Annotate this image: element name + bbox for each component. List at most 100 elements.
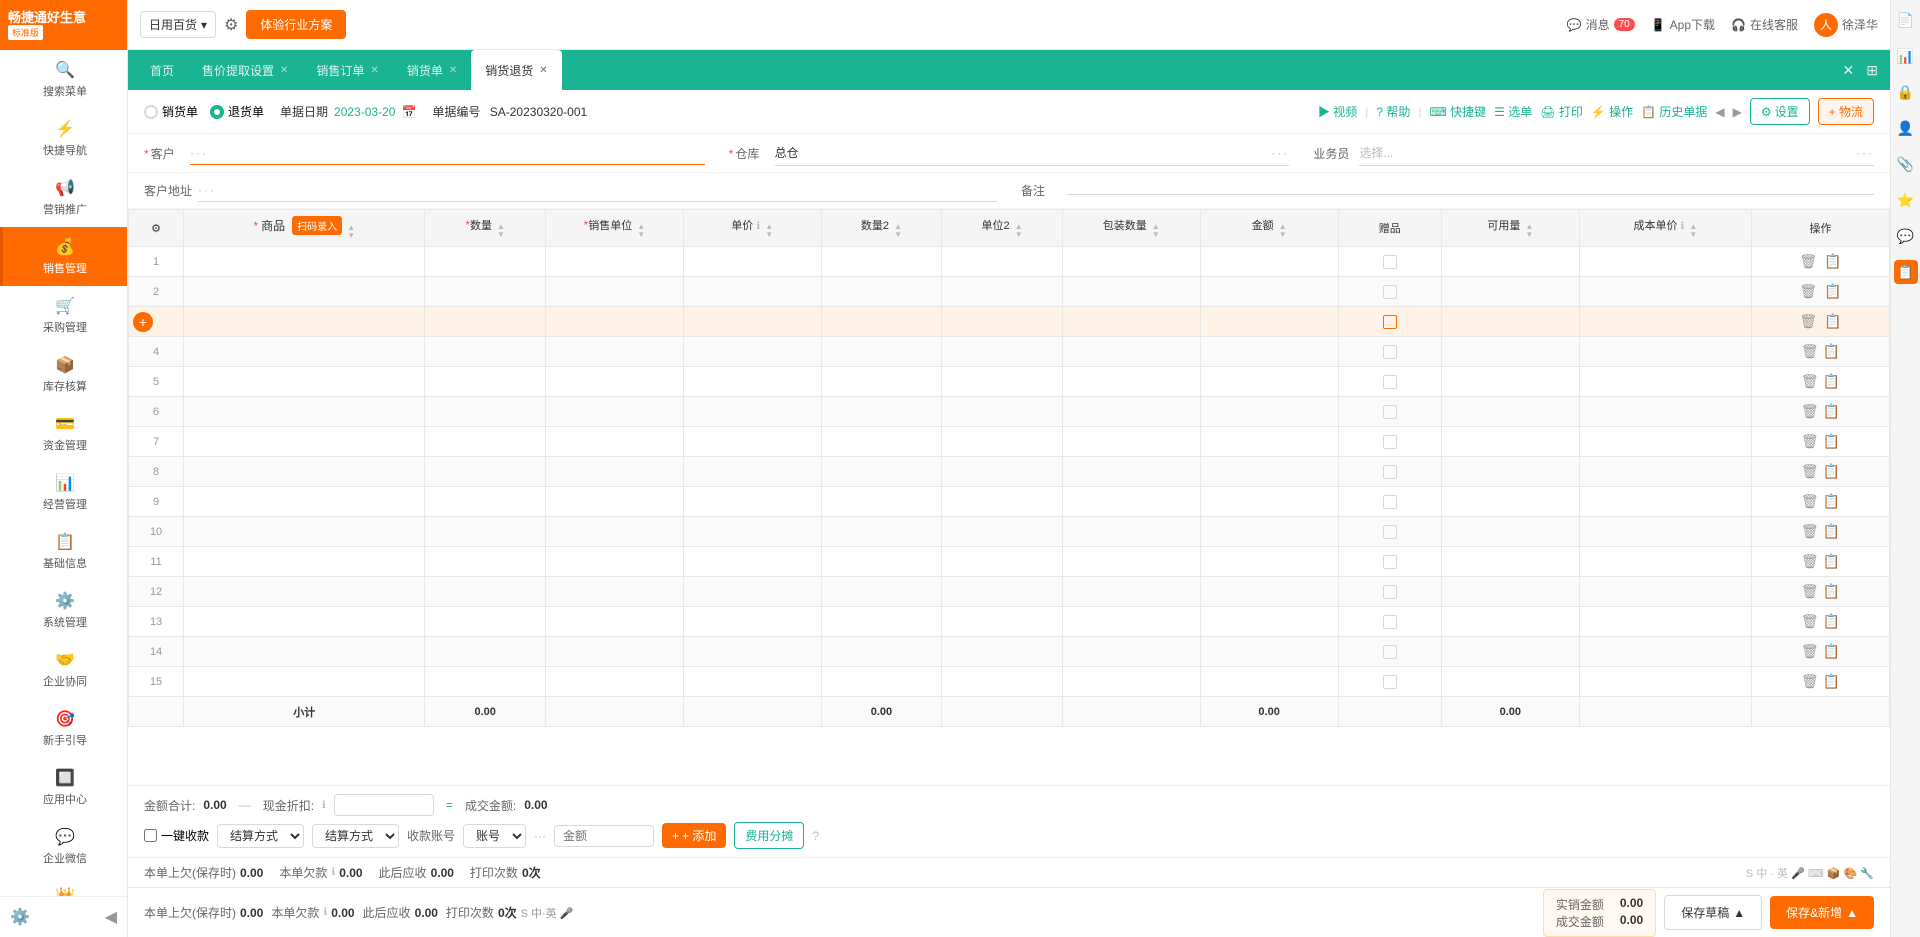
print-link[interactable]: 🖨 打印	[1540, 103, 1583, 120]
sidebar-item-finance[interactable]: 💳 资金管理	[0, 404, 127, 463]
add-payment-btn[interactable]: + + 添加	[662, 823, 726, 848]
delete-row-12-btn[interactable]: 🗑	[1799, 581, 1821, 602]
row-gift-2[interactable]	[1338, 277, 1441, 307]
row-qty-3[interactable]	[425, 307, 546, 337]
copy-row-9-btn[interactable]: 📋	[1821, 491, 1842, 512]
row-cost-2[interactable]	[1579, 277, 1751, 307]
copy-row-7-btn[interactable]: 📋	[1821, 431, 1842, 452]
one-click-payment-checkbox[interactable]: 一键收款	[144, 827, 209, 844]
add-row-btn[interactable]: +	[133, 312, 153, 332]
right-panel-chat-icon[interactable]: 💬	[1894, 224, 1918, 248]
row-avail-3[interactable]	[1441, 307, 1579, 337]
tab-layout-btn[interactable]: ⊞	[1862, 58, 1882, 83]
row-gift-3[interactable]	[1338, 307, 1441, 337]
gift-checkbox-1[interactable]	[1383, 255, 1397, 269]
delete-row-9-btn[interactable]: 🗑	[1799, 491, 1821, 512]
gift-checkbox-2[interactable]	[1383, 285, 1397, 299]
copy-row-10-btn[interactable]: 📋	[1821, 521, 1842, 542]
sidebar-item-inventory[interactable]: 📦 库存核算	[0, 345, 127, 404]
gift-checkbox-10[interactable]	[1383, 525, 1397, 539]
sidebar-item-quicknav[interactable]: ⚡ 快捷导航	[0, 109, 127, 168]
copy-row-14-btn[interactable]: 📋	[1821, 641, 1842, 662]
gift-checkbox-7[interactable]	[1383, 435, 1397, 449]
row-unit2-2[interactable]	[942, 277, 1063, 307]
row-unit2-1[interactable]	[942, 247, 1063, 277]
gift-checkbox-12[interactable]	[1383, 585, 1397, 599]
right-panel-data-icon[interactable]: 📊	[1894, 44, 1918, 68]
product-input-3[interactable]	[188, 315, 420, 329]
row-cost-3[interactable]	[1579, 307, 1751, 337]
payment-amount-input[interactable]	[554, 825, 654, 847]
right-panel-form-icon[interactable]: 📄	[1894, 8, 1918, 32]
delete-row-6-btn[interactable]: 🗑	[1799, 401, 1821, 422]
delete-row-10-btn[interactable]: 🗑	[1799, 521, 1821, 542]
row-qty2-1[interactable]	[821, 247, 942, 277]
experience-btn[interactable]: 体验行业方案	[246, 10, 346, 39]
row-qty2-3[interactable]	[821, 307, 942, 337]
sidebar-item-system[interactable]: ⚙️ 系统管理	[0, 581, 127, 640]
row-cost-1[interactable]	[1579, 247, 1751, 277]
copy-row-5-btn[interactable]: 📋	[1821, 371, 1842, 392]
delete-row-8-btn[interactable]: 🗑	[1799, 461, 1821, 482]
history-link[interactable]: 📋 历史单据	[1641, 103, 1707, 120]
radio-sales[interactable]: 销货单	[144, 103, 198, 120]
row-unit-1[interactable]	[545, 247, 683, 277]
settings-btn[interactable]: ⚙ 设置	[1750, 98, 1810, 125]
sidebar-item-guide[interactable]: 🎯 新手引导	[0, 699, 127, 758]
scan-input-btn[interactable]: 扫码录入	[292, 216, 342, 235]
gift-checkbox-13[interactable]	[1383, 615, 1397, 629]
row-price-2[interactable]	[683, 277, 821, 307]
row-qty-1[interactable]	[425, 247, 546, 277]
delete-row-5-btn[interactable]: 🗑	[1799, 371, 1821, 392]
row-unit-3[interactable]	[545, 307, 683, 337]
settlement-method-select[interactable]: 结算方式	[217, 824, 304, 848]
payment-checkbox-input[interactable]	[144, 829, 157, 842]
online-service-item[interactable]: 🎧 在线客服	[1731, 16, 1798, 33]
calendar-icon[interactable]: 📅	[401, 105, 416, 119]
row-amount-1[interactable]	[1200, 247, 1338, 277]
address-input[interactable]: ···	[198, 179, 997, 202]
delete-row-15-btn[interactable]: 🗑	[1799, 671, 1821, 692]
copy-row-4-btn[interactable]: 📋	[1821, 341, 1842, 362]
row-amount-3[interactable]	[1200, 307, 1338, 337]
row-unit2-3[interactable]	[942, 307, 1063, 337]
discount-input[interactable]	[334, 794, 434, 816]
app-download-item[interactable]: 📱 App下载	[1651, 16, 1715, 33]
tab-sales-order[interactable]: 销售订单 ✕	[302, 50, 392, 90]
calculation-method-select[interactable]: 结算方式	[312, 824, 399, 848]
copy-row-13-btn[interactable]: 📋	[1821, 611, 1842, 632]
row-product-1[interactable]	[184, 247, 425, 277]
tab-sales-return-close[interactable]: ✕	[539, 65, 547, 76]
settings-gear-icon[interactable]: ⚙	[224, 15, 238, 35]
sidebar-item-sales[interactable]: 💰 销售管理	[0, 227, 127, 286]
row-avail-1[interactable]	[1441, 247, 1579, 277]
delete-row-2-btn[interactable]: 🗑	[1797, 281, 1819, 302]
gift-checkbox-8[interactable]	[1383, 465, 1397, 479]
sidebar-item-collab[interactable]: 🤝 企业协同	[0, 640, 127, 699]
row-unit-2[interactable]	[545, 277, 683, 307]
sidebar-item-wxwork[interactable]: 💬 企业微信	[0, 817, 127, 876]
gift-checkbox-3[interactable]	[1383, 315, 1397, 329]
user-item[interactable]: 人 徐泽华	[1814, 13, 1878, 37]
customer-input[interactable]: ···	[190, 142, 705, 165]
copy-row-6-btn[interactable]: 📋	[1821, 401, 1842, 422]
copy-row-2-btn[interactable]: 📋	[1822, 281, 1843, 302]
gift-checkbox-15[interactable]	[1383, 675, 1397, 689]
copy-row-1-btn[interactable]: 📋	[1822, 251, 1843, 272]
gift-checkbox-6[interactable]	[1383, 405, 1397, 419]
delete-row-11-btn[interactable]: 🗑	[1799, 551, 1821, 572]
sidebar-settings-icon[interactable]: ⚙️	[10, 907, 30, 927]
salesperson-input[interactable]: 选择... ···	[1359, 140, 1874, 166]
gift-checkbox-5[interactable]	[1383, 375, 1397, 389]
sidebar-collapse-icon[interactable]: ◀	[105, 907, 117, 927]
copy-row-11-btn[interactable]: 📋	[1821, 551, 1842, 572]
row-amount-2[interactable]	[1200, 277, 1338, 307]
right-panel-active-icon[interactable]: 📋	[1894, 260, 1918, 284]
shortcuts-link[interactable]: ⌨ 快捷键	[1430, 103, 1487, 120]
copy-row-3-btn[interactable]: 📋	[1822, 311, 1843, 332]
gift-checkbox-14[interactable]	[1383, 645, 1397, 659]
sidebar-item-member[interactable]: 👑 畅会员	[0, 876, 127, 896]
copy-row-12-btn[interactable]: 📋	[1821, 581, 1842, 602]
row-qty2-2[interactable]	[821, 277, 942, 307]
save-new-btn[interactable]: 保存&新增 ▲	[1770, 896, 1874, 929]
